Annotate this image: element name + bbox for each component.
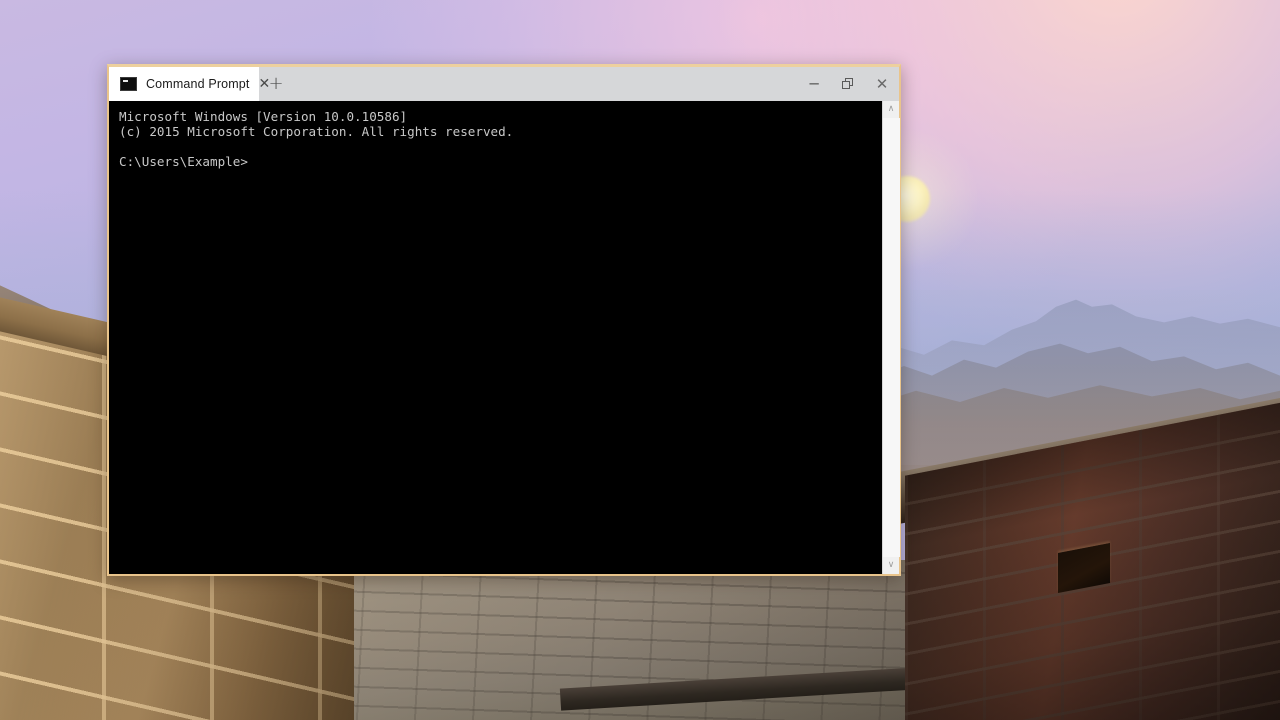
- minimize-button[interactable]: ─: [797, 67, 831, 101]
- scrollbar-track[interactable]: [882, 118, 900, 557]
- scroll-up-icon[interactable]: ∧: [883, 101, 900, 118]
- console-line: Microsoft Windows [Version 10.0.10586]: [119, 109, 408, 124]
- restore-button[interactable]: [831, 67, 865, 101]
- command-prompt-window[interactable]: Command Prompt ✕ + ─ ✕ Microsoft Windows…: [107, 64, 901, 576]
- console-icon: [120, 77, 137, 91]
- console-line: C:\Users\Example>: [119, 154, 248, 169]
- close-button[interactable]: ✕: [865, 67, 899, 101]
- window-controls: ─ ✕: [797, 67, 899, 101]
- new-tab-button[interactable]: +: [259, 67, 293, 101]
- window-titlebar[interactable]: Command Prompt ✕ + ─ ✕: [109, 67, 899, 101]
- console-line: (c) 2015 Microsoft Corporation. All righ…: [119, 124, 514, 139]
- window-body: Microsoft Windows [Version 10.0.10586] (c…: [109, 101, 900, 574]
- desktop: Command Prompt ✕ + ─ ✕ Microsoft Windows…: [0, 0, 1280, 720]
- restore-icon: [842, 78, 854, 90]
- tab-command-prompt[interactable]: Command Prompt ✕: [109, 67, 270, 101]
- titlebar-drag-area[interactable]: [293, 67, 797, 101]
- tab-label: Command Prompt: [146, 77, 250, 91]
- scroll-down-icon[interactable]: ∨: [883, 557, 900, 574]
- console-scrollbar[interactable]: ∧ ∨: [882, 101, 900, 574]
- console-output[interactable]: Microsoft Windows [Version 10.0.10586] (c…: [109, 101, 882, 574]
